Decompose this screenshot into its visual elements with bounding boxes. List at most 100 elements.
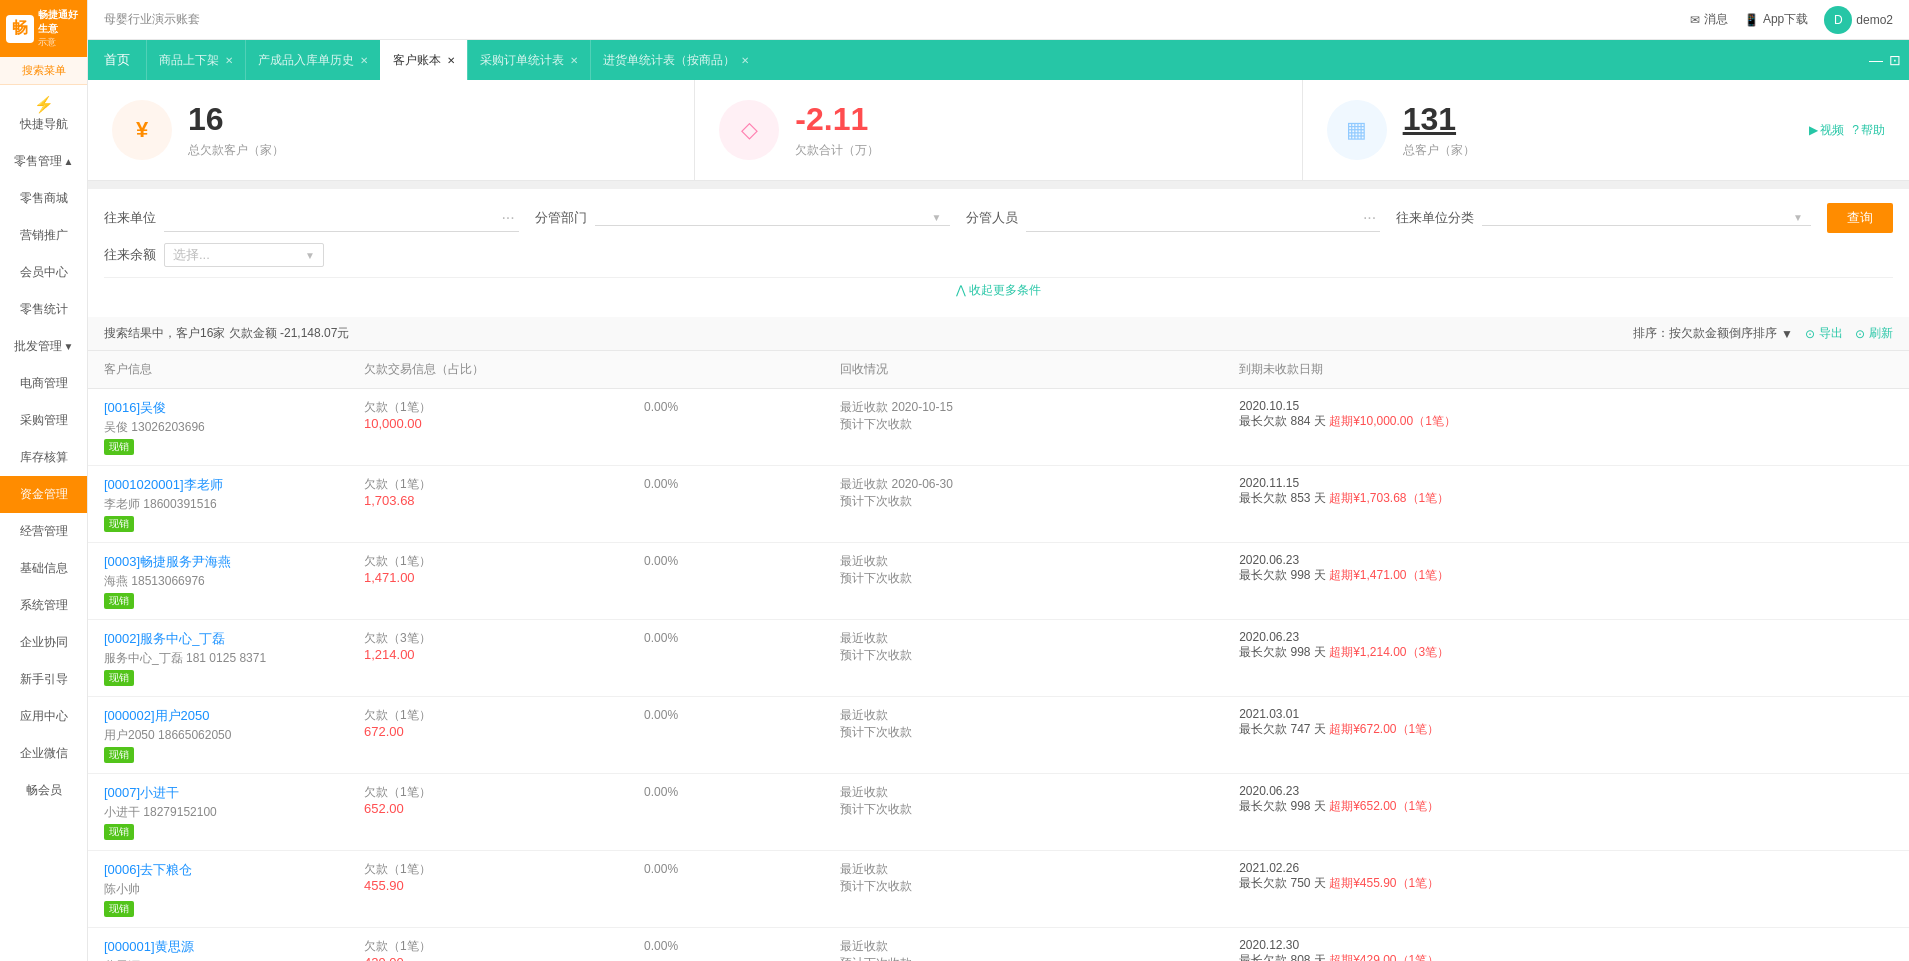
tab-purchase-stats-close[interactable]: ✕ [570,55,578,66]
customer-name-link[interactable]: [0016]吴俊 [104,400,166,415]
tab-maximize-icon[interactable]: ⊡ [1889,52,1901,68]
customer-name-link[interactable]: [000001]黄思源 [104,939,194,954]
debt-pct: 0.00% [644,631,678,645]
overdue-link[interactable]: 超期¥455.90（1笔） [1329,876,1439,890]
cell-debt-pct: 0.00% [620,389,824,466]
cell-recover: 最近收款 2020-06-30 预计下次收款 [824,466,1223,543]
tab-finished-goods[interactable]: 产成品入库单历史 ✕ [245,40,380,80]
customer-name-link[interactable]: [0006]去下粮仓 [104,862,192,877]
sidebar-item-operations[interactable]: 经营管理 [0,513,87,550]
dept-select[interactable]: ▼ [595,210,950,226]
debt-customers-icon: ¥ [136,117,148,143]
sidebar-item-ecommerce[interactable]: 电商管理 [0,365,87,402]
tab-inbound-stats[interactable]: 进货单统计表（按商品） ✕ [590,40,761,80]
user-menu[interactable]: D demo2 [1824,6,1893,34]
app-download-button[interactable]: 📱 App下载 [1744,11,1808,28]
cell-customer-info: [0003]畅捷服务尹海燕 海燕 18513066976 现销 [88,543,348,620]
sidebar-item-enterprise[interactable]: 企业协同 [0,624,87,661]
customer-name-link[interactable]: [0001020001]李老师 [104,477,223,492]
tab-purchase-stats[interactable]: 采购订单统计表 ✕ [467,40,590,80]
customer-name-link[interactable]: [0003]畅捷服务尹海燕 [104,554,231,569]
search-button[interactable]: 查询 [1827,203,1893,233]
customer-name-link[interactable]: [0007]小进干 [104,785,179,800]
sort-dropdown[interactable]: 排序：按欠款金额倒序排序 ▼ [1633,325,1793,342]
sidebar-item-quick-nav[interactable]: ⚡ 快捷导航 [0,85,87,143]
balance-select[interactable]: 选择... ▼ [164,243,324,267]
cell-recover: 最近收款 2020-10-15 预计下次收款 [824,389,1223,466]
cell-debt-pct: 0.00% [620,466,824,543]
person-dots[interactable]: ··· [1363,209,1376,227]
debt-pct: 0.00% [644,477,678,491]
app-download-label: App下载 [1763,11,1808,28]
tab-product-listing[interactable]: 商品上下架 ✕ [146,40,245,80]
filter-source-unit: 往来单位 ··· [104,204,519,232]
sidebar-item-wechat[interactable]: 企业微信 [0,735,87,772]
customer-contact: 吴俊 13026203696 [104,419,332,436]
tab-home[interactable]: 首页 [88,40,146,80]
th-debt-info: 欠款交易信息（占比） [348,351,824,389]
th-recover: 回收情况 [824,351,1223,389]
sidebar-item-retail-mall[interactable]: 零售商城 [0,180,87,217]
sidebar-item-retail-stats[interactable]: 零售统计 [0,291,87,328]
cell-recover: 最近收款 预计下次收款 [824,774,1223,851]
cell-debt-pct: 0.00% [620,697,824,774]
sidebar-item-system[interactable]: 系统管理 [0,587,87,624]
stat-card-actions: ▶视频 ?帮助 [1809,122,1885,139]
main-area: 母婴行业演示账套 ✉ 消息 📱 App下载 D demo2 首页 商品上下架 ✕… [88,0,1909,961]
customer-name-link[interactable]: [000002]用户2050 [104,708,210,723]
sidebar-item-app-center[interactable]: 应用中心 [0,698,87,735]
sidebar-item-chang-member[interactable]: 畅会员 [0,772,87,809]
unit-class-select[interactable]: ▼ [1482,210,1811,226]
sidebar-item-wholesale[interactable]: 批发管理 ▼ [0,328,87,365]
filter-unit-class: 往来单位分类 ▼ [1396,209,1811,227]
customer-name-link[interactable]: [0002]服务中心_丁磊 [104,631,225,646]
sidebar-item-finance[interactable]: 资金管理 [0,476,87,513]
overdue-link[interactable]: 超期¥429.00（1笔） [1329,953,1439,961]
source-unit-input[interactable] [168,206,497,229]
tab-inbound-stats-close[interactable]: ✕ [741,55,749,66]
refresh-icon: ⊙ [1855,327,1865,341]
overdue-link[interactable]: 超期¥1,703.68（1笔） [1329,491,1449,505]
sidebar-item-basic-info[interactable]: 基础信息 [0,550,87,587]
help-btn[interactable]: ?帮助 [1852,122,1885,139]
sidebar-item-guide[interactable]: 新手引导 [0,661,87,698]
person-input[interactable] [1030,206,1359,229]
logo-text-line1: 畅捷通好生意 [38,8,81,36]
tab-finished-goods-close[interactable]: ✕ [360,55,368,66]
retail-mgmt-label: 零售管理 [14,153,62,170]
overdue-link[interactable]: 超期¥1,471.00（1笔） [1329,568,1449,582]
tab-customer-account[interactable]: 客户账本 ✕ [380,40,467,80]
video-btn[interactable]: ▶视频 [1809,122,1844,139]
tab-customer-account-close[interactable]: ✕ [447,55,455,66]
cell-debt-pct: 0.00% [620,774,824,851]
sidebar-item-purchase[interactable]: 采购管理 [0,402,87,439]
content-area: ¥ 16 总欠款客户（家） ◇ -2.11 欠款合计（万） ▦ [88,80,1909,961]
message-button[interactable]: ✉ 消息 [1690,11,1728,28]
sidebar-item-member[interactable]: 会员中心 [0,254,87,291]
total-customers-icon: ▦ [1346,117,1367,143]
debt-total-label: 欠款合计（万） [795,142,1277,159]
debt-desc: 欠款（3笔） [364,630,604,647]
table-row: [0002]服务中心_丁磊 服务中心_丁磊 181 0125 8371 现销 欠… [88,620,1909,697]
tab-product-listing-close[interactable]: ✕ [225,55,233,66]
due-date: 2021.02.26 [1239,861,1893,875]
search-menu-button[interactable]: 搜索菜单 [0,57,87,85]
table-row: [0003]畅捷服务尹海燕 海燕 18513066976 现销 欠款（1笔） 1… [88,543,1909,620]
overdue-link[interactable]: 超期¥652.00（1笔） [1329,799,1439,813]
overdue-link[interactable]: 超期¥10,000.00（1笔） [1329,414,1456,428]
refresh-button[interactable]: ⊙ 刷新 [1855,325,1893,342]
overdue-link[interactable]: 超期¥1,214.00（3笔） [1329,645,1449,659]
customer-tag: 现销 [104,516,134,532]
last-collect-date: 最近收款 [840,553,1207,570]
cell-recover: 最近收款 预计下次收款 [824,851,1223,928]
sidebar-item-marketing[interactable]: 营销推广 [0,217,87,254]
collapse-btn[interactable]: ⋀ 收起更多条件 [104,277,1893,303]
overdue-link[interactable]: 超期¥672.00（1笔） [1329,722,1439,736]
tab-minimize-icon[interactable]: — [1869,52,1883,68]
sidebar-item-inventory[interactable]: 库存核算 [0,439,87,476]
sidebar-item-retail-mgmt[interactable]: 零售管理 ▲ [0,143,87,180]
export-button[interactable]: ⊙ 导出 [1805,325,1843,342]
person-label: 分管人员 [966,209,1018,227]
member-label: 会员中心 [20,265,68,279]
source-unit-dots[interactable]: ··· [501,209,514,227]
